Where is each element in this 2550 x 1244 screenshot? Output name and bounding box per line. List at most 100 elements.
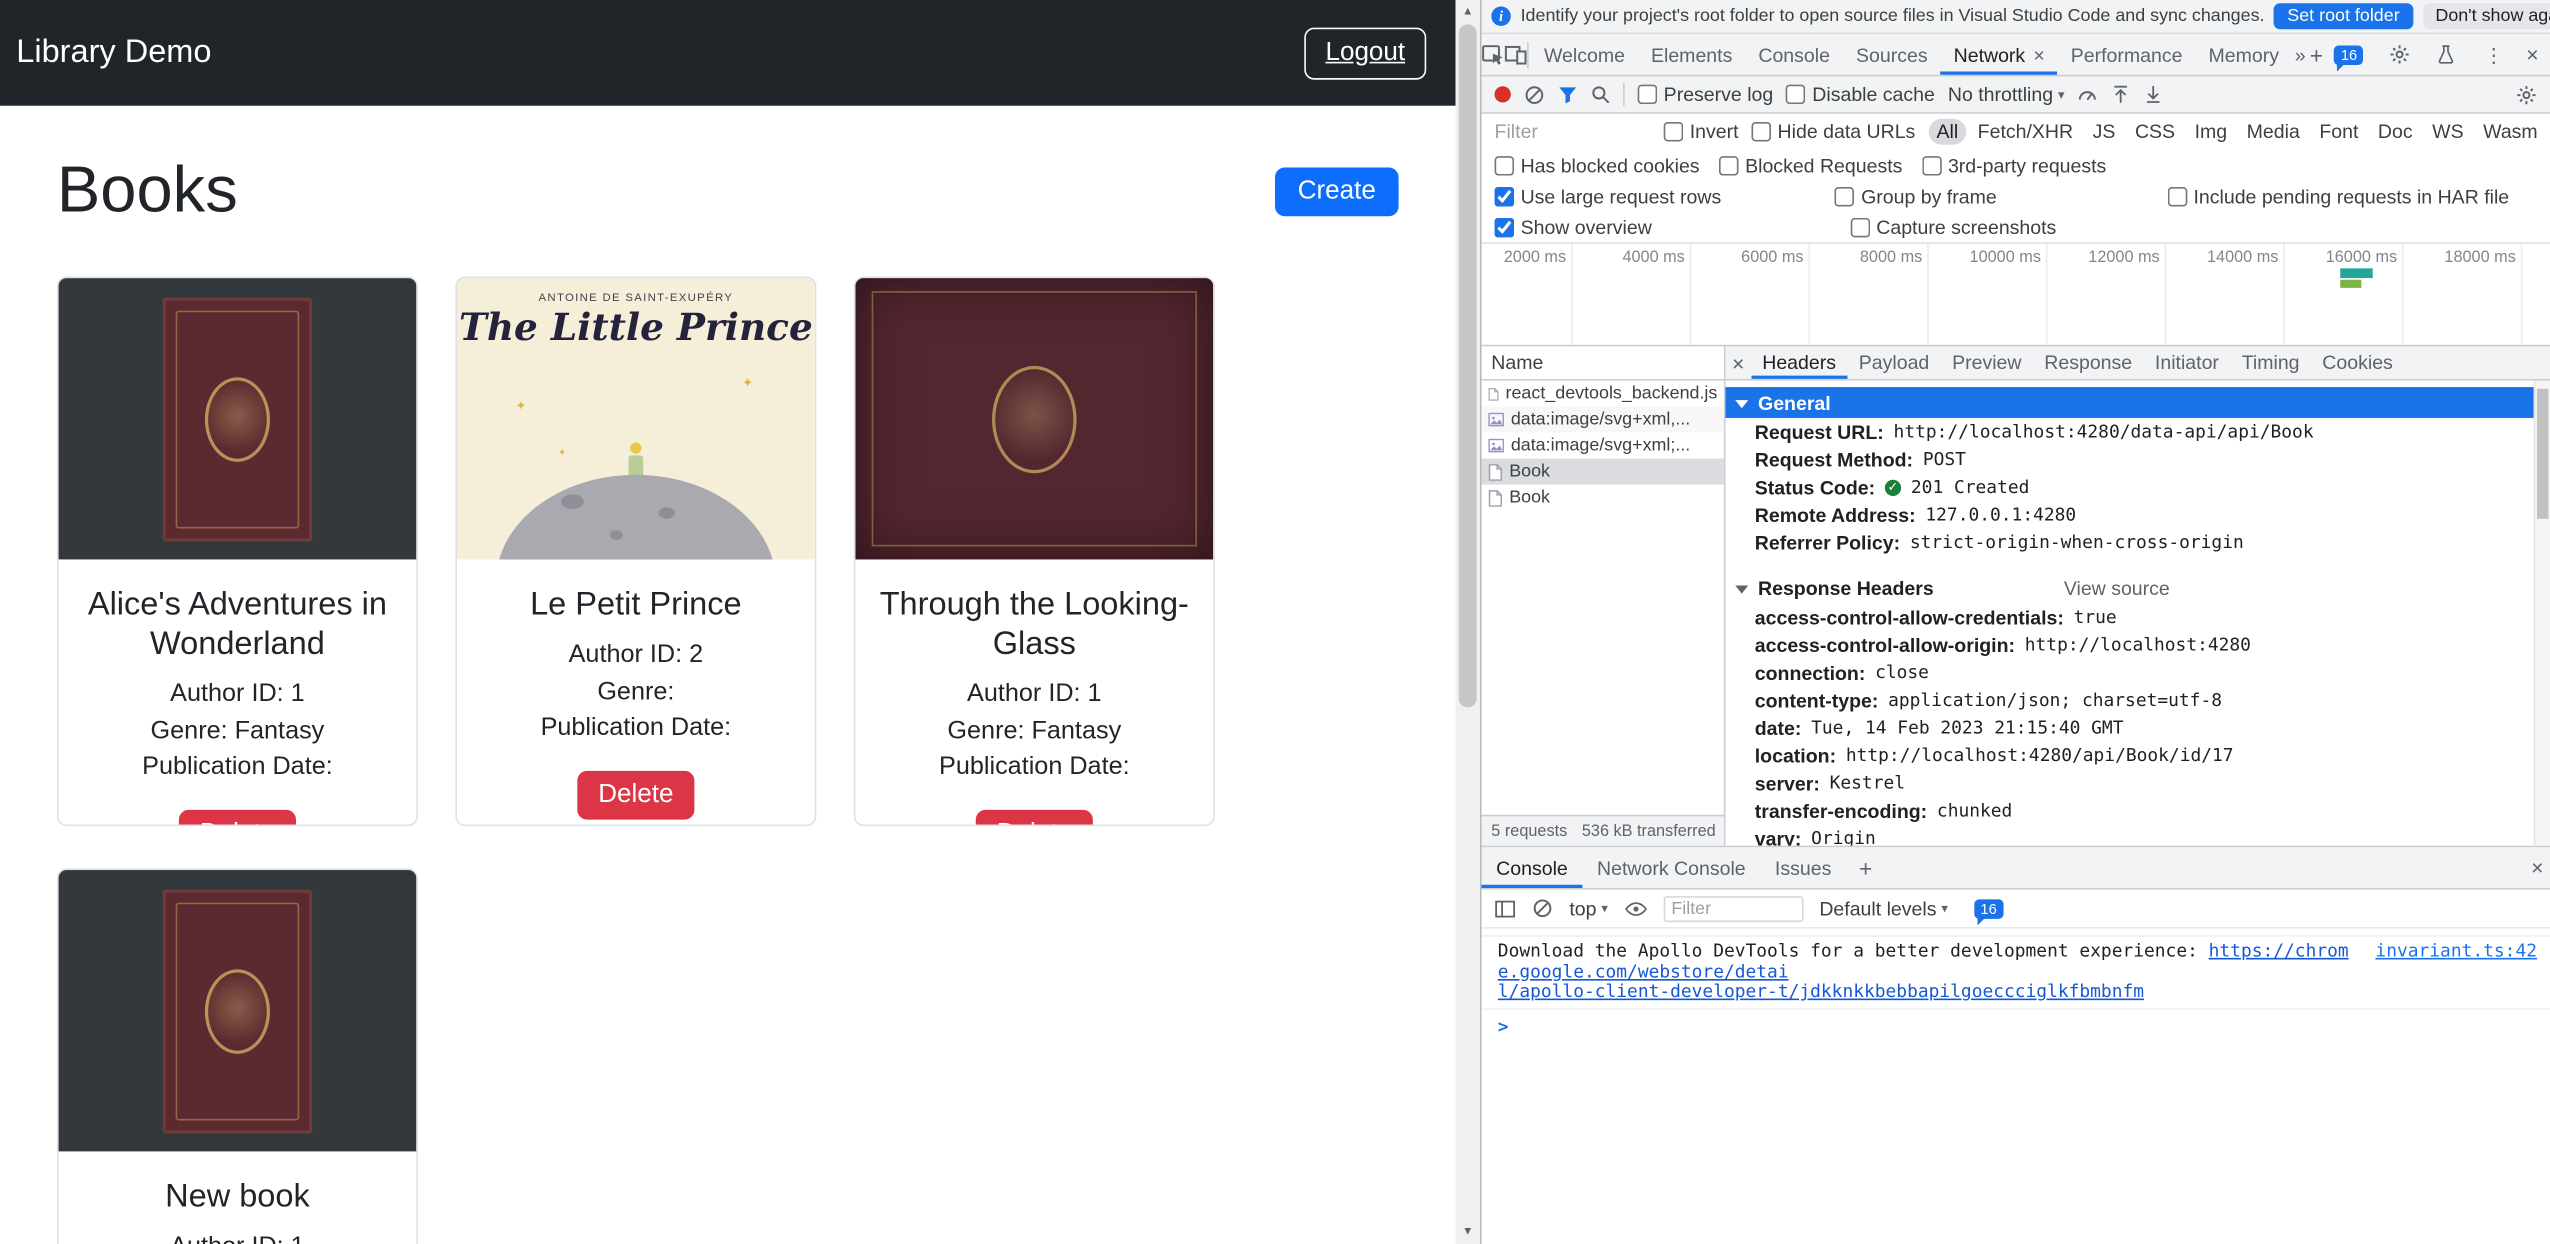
console-filter-input[interactable] [1663,895,1804,922]
console-message-link[interactable]: l/apollo-client-developer-t/jdkknkkbebba… [1498,981,2144,1002]
network-overview-timeline[interactable]: 2000 ms 4000 ms 6000 ms 8000 ms 10000 ms… [1481,242,2550,347]
experiments-beaker-icon[interactable] [2425,44,2467,65]
console-source-link[interactable]: invariant.ts:42 [2375,941,2537,962]
filter-pill-css[interactable]: CSS [2127,119,2183,145]
delete-button[interactable]: Delete [975,809,1094,825]
view-source-link[interactable]: View source [2064,577,2170,600]
drawer-tab-network-console[interactable]: Network Console [1582,847,1760,888]
scroll-down-button[interactable]: ▼ [1455,1219,1480,1244]
dont-show-again-button[interactable]: Don't show again [2422,3,2550,30]
devtools-close-icon[interactable]: × [2520,44,2545,65]
filter-pill-fetch-xhr[interactable]: Fetch/XHR [1970,119,2082,145]
log-levels-dropdown[interactable]: Default levels ▾ [1819,897,1948,920]
record-network-log-icon[interactable] [1494,86,1511,103]
drawer-tab-console[interactable]: Console [1482,847,1583,888]
group-by-frame-checkbox[interactable]: Group by frame [1835,185,1997,207]
details-tab-headers[interactable]: Headers [1751,346,1848,379]
use-large-request-rows-checkbox[interactable]: Use large request rows [1494,185,1721,207]
has-blocked-cookies-checkbox[interactable]: Has blocked cookies [1494,154,1700,176]
scroll-up-button[interactable]: ▲ [1455,0,1480,25]
page-scrollbar[interactable]: ▲ ▼ [1455,0,1480,1244]
third-party-requests-checkbox[interactable]: 3rd-party requests [1921,154,2106,176]
tab-network[interactable]: Network × [1941,34,2058,75]
details-tab-payload[interactable]: Payload [1847,346,1940,379]
filter-pill-js[interactable]: JS [2085,119,2124,145]
details-tab-timing[interactable]: Timing [2230,346,2311,379]
response-headers-section-header[interactable]: Response Headers View source [1725,572,2533,603]
hide-data-urls-checkbox-input[interactable] [1751,121,1772,142]
disable-cache-checkbox-input[interactable] [1786,84,1806,105]
filter-pill-doc[interactable]: Doc [2370,119,2421,145]
tab-performance[interactable]: Performance [2058,34,2196,75]
filter-pill-font[interactable]: Font [2311,119,2366,145]
live-expression-eye-icon[interactable] [1624,899,1647,919]
delete-button[interactable]: Delete [577,770,695,820]
request-row[interactable]: data:image/svg+xml;... [1482,433,1724,459]
request-row-selected[interactable]: Book [1481,458,1724,485]
tab-close-icon[interactable]: × [2033,45,2044,65]
blocked-requests-input[interactable] [1719,155,1739,175]
delete-button[interactable]: Delete [178,809,297,825]
close-drawer-icon[interactable]: × [2525,857,2550,878]
more-tabs-icon[interactable]: » [2292,34,2308,75]
capture-screenshots-checkbox[interactable]: Capture screenshots [1850,215,2056,238]
request-row[interactable]: Book [1482,485,1724,511]
hide-data-urls-checkbox[interactable]: Hide data URLs [1751,120,1915,143]
request-row[interactable]: data:image/svg+xml,... [1481,406,1724,433]
include-pending-requests-checkbox[interactable]: Include pending requests in HAR file [2167,185,2509,207]
blocked-requests-checkbox[interactable]: Blocked Requests [1719,154,1902,176]
details-tab-response[interactable]: Response [2033,346,2144,379]
device-toolbar-icon[interactable] [1504,34,1527,75]
network-filter-input[interactable] [1494,120,1651,144]
tab-console[interactable]: Console [1745,34,1843,75]
include-pending-requests-input[interactable] [2167,186,2187,206]
third-party-requests-input[interactable] [1921,155,1942,175]
logout-button[interactable]: Logout [1304,26,1427,79]
details-tab-cookies[interactable]: Cookies [2311,346,2404,379]
settings-gear-icon[interactable] [2378,44,2420,65]
invert-checkbox[interactable]: Invert [1663,120,1739,143]
preserve-log-checkbox[interactable]: Preserve log [1637,83,1773,106]
inspect-element-icon[interactable] [1482,34,1505,75]
request-row[interactable]: react_devtools_backend.js [1482,381,1724,407]
issues-count-badge[interactable]: 16 [2334,44,2364,71]
throttling-dropdown[interactable]: No throttling ▾ [1948,83,2065,106]
details-tab-preview[interactable]: Preview [1941,346,2033,379]
export-har-icon[interactable] [2144,85,2164,105]
show-overview-checkbox[interactable]: Show overview [1494,215,1652,238]
show-overview-input[interactable] [1494,217,1515,237]
filter-pill-wasm[interactable]: Wasm [2475,119,2546,145]
close-details-icon[interactable]: × [1725,352,1750,373]
disable-cache-checkbox[interactable]: Disable cache [1786,83,1935,106]
add-tab-icon[interactable]: + [2308,34,2324,75]
preserve-log-checkbox-input[interactable] [1637,84,1658,105]
tab-memory[interactable]: Memory [2196,34,2293,75]
search-icon[interactable] [1591,85,1611,105]
set-root-folder-button[interactable]: Set root folder [2274,3,2413,30]
console-context-dropdown[interactable]: top ▾ [1569,897,1608,920]
console-sidebar-toggle-icon[interactable] [1495,899,1516,919]
network-conditions-icon[interactable] [2078,84,2099,105]
console-prompt-chevron[interactable]: > [1482,1009,2550,1037]
console-issues-count-badge[interactable]: 16 [1973,898,2004,925]
invert-checkbox-input[interactable] [1663,121,1684,142]
filter-pill-media[interactable]: Media [2239,119,2308,145]
clear-network-log-icon[interactable] [1524,84,1545,105]
capture-screenshots-input[interactable] [1850,217,1870,237]
add-drawer-tab-icon[interactable]: + [1846,855,1885,881]
tab-sources[interactable]: Sources [1843,34,1941,75]
details-scrollbar-thumb[interactable] [2536,388,2549,519]
requests-name-column-header[interactable]: Name [1481,346,1724,381]
filter-funnel-icon[interactable] [1558,85,1578,105]
drawer-tab-issues[interactable]: Issues [1760,847,1846,888]
more-options-dots-icon[interactable]: ⋮ [2473,43,2515,66]
general-section-header[interactable]: General [1725,387,2534,418]
import-har-icon[interactable] [2112,85,2132,105]
use-large-request-rows-input[interactable] [1494,186,1515,206]
details-scrollbar[interactable] [2533,380,2550,846]
details-tab-initiator[interactable]: Initiator [2144,346,2231,379]
has-blocked-cookies-input[interactable] [1494,155,1515,175]
scrollbar-thumb[interactable] [1458,24,1477,708]
clear-console-icon[interactable] [1532,898,1553,919]
tab-welcome[interactable]: Welcome [1531,34,1638,75]
